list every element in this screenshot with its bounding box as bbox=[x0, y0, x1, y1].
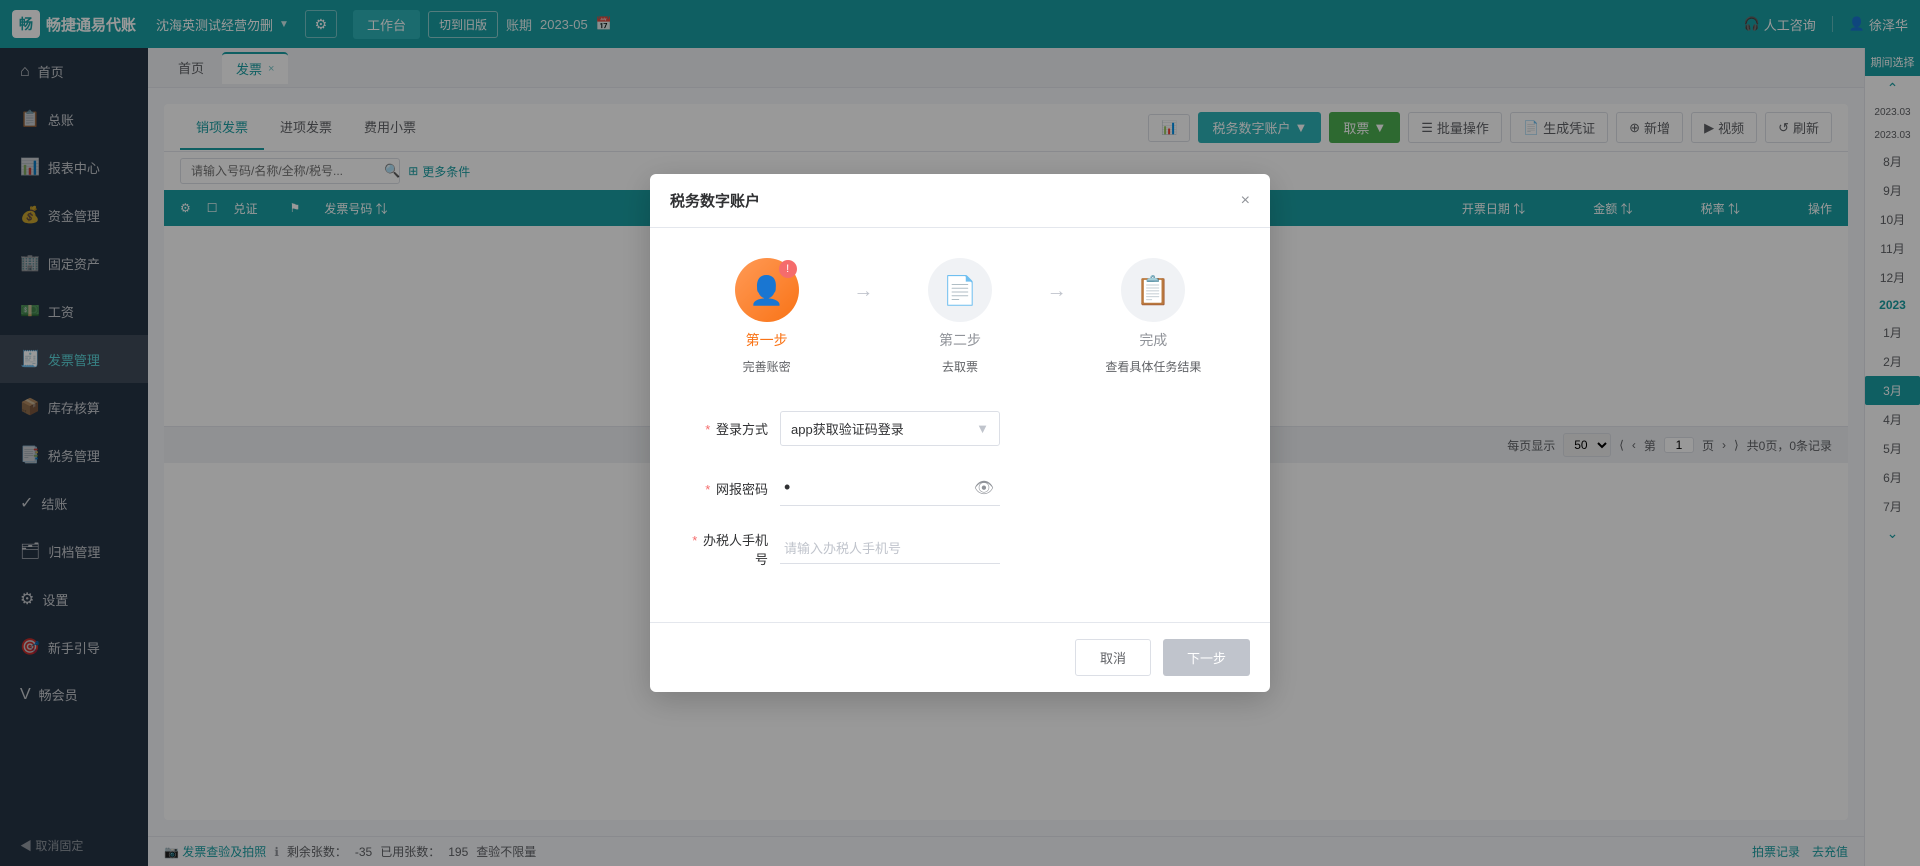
modal-body: 👤 ! 第一步 完善账密 → 📄 第二步 去取票 → bbox=[650, 228, 1270, 622]
password-control: 👁 bbox=[780, 470, 1230, 506]
phone-required: * bbox=[692, 533, 697, 548]
login-method-label: * 登录方式 bbox=[690, 419, 780, 438]
step2-doc-icon: 📄 bbox=[943, 274, 978, 307]
password-input[interactable] bbox=[780, 470, 1000, 506]
step2-desc: 去取票 bbox=[942, 358, 978, 375]
step-arrow-1: → bbox=[843, 280, 883, 303]
modal-overlay: 税务数字账户 × 👤 ! 第一步 完善账密 → bbox=[0, 0, 1920, 866]
select-arrow-icon: ▼ bbox=[976, 421, 989, 436]
login-method-select[interactable]: app获取验证码登录 ▼ bbox=[780, 411, 1000, 446]
cancel-button[interactable]: 取消 bbox=[1075, 639, 1151, 676]
step-arrow-2: → bbox=[1037, 280, 1077, 303]
tax-digital-modal: 税务数字账户 × 👤 ! 第一步 完善账密 → bbox=[650, 174, 1270, 692]
modal-footer: 取消 下一步 bbox=[650, 622, 1270, 692]
step1-desc: 完善账密 bbox=[743, 358, 791, 375]
phone-input[interactable] bbox=[780, 534, 1000, 564]
modal-close-button[interactable]: × bbox=[1241, 192, 1250, 210]
step3-label: 完成 bbox=[1139, 330, 1167, 350]
password-label: * 网报密码 bbox=[690, 479, 780, 498]
next-step-button[interactable]: 下一步 bbox=[1163, 639, 1250, 676]
step3-desc: 查看具体任务结果 bbox=[1105, 358, 1201, 375]
modal-header: 税务数字账户 × bbox=[650, 174, 1270, 228]
phone-row: * 办税人手机号 bbox=[690, 530, 1230, 568]
step1-badge: ! bbox=[779, 260, 797, 278]
password-field-wrapper: 👁 bbox=[780, 470, 1000, 506]
step-3: 📋 完成 查看具体任务结果 bbox=[1077, 258, 1230, 375]
step-1: 👤 ! 第一步 完善账密 bbox=[690, 258, 843, 375]
eye-toggle-icon[interactable]: 👁 bbox=[974, 478, 994, 498]
phone-label: * 办税人手机号 bbox=[690, 530, 780, 568]
steps: 👤 ! 第一步 完善账密 → 📄 第二步 去取票 → bbox=[690, 258, 1230, 375]
step3-icon: 📋 bbox=[1121, 258, 1185, 322]
step1-label: 第一步 bbox=[746, 330, 788, 350]
password-required: * bbox=[705, 482, 710, 497]
login-method-required: * bbox=[705, 422, 710, 437]
step1-person-icon: 👤 bbox=[749, 274, 784, 307]
step2-label: 第二步 bbox=[939, 330, 981, 350]
step1-icon: 👤 ! bbox=[735, 258, 799, 322]
modal-title: 税务数字账户 bbox=[670, 190, 760, 211]
login-method-row: * 登录方式 app获取验证码登录 ▼ bbox=[690, 411, 1230, 446]
step-2: 📄 第二步 去取票 bbox=[883, 258, 1036, 375]
login-method-control: app获取验证码登录 ▼ bbox=[780, 411, 1230, 446]
password-row: * 网报密码 👁 bbox=[690, 470, 1230, 506]
step2-icon: 📄 bbox=[928, 258, 992, 322]
phone-control bbox=[780, 534, 1230, 564]
step3-list-icon: 📋 bbox=[1136, 274, 1171, 307]
